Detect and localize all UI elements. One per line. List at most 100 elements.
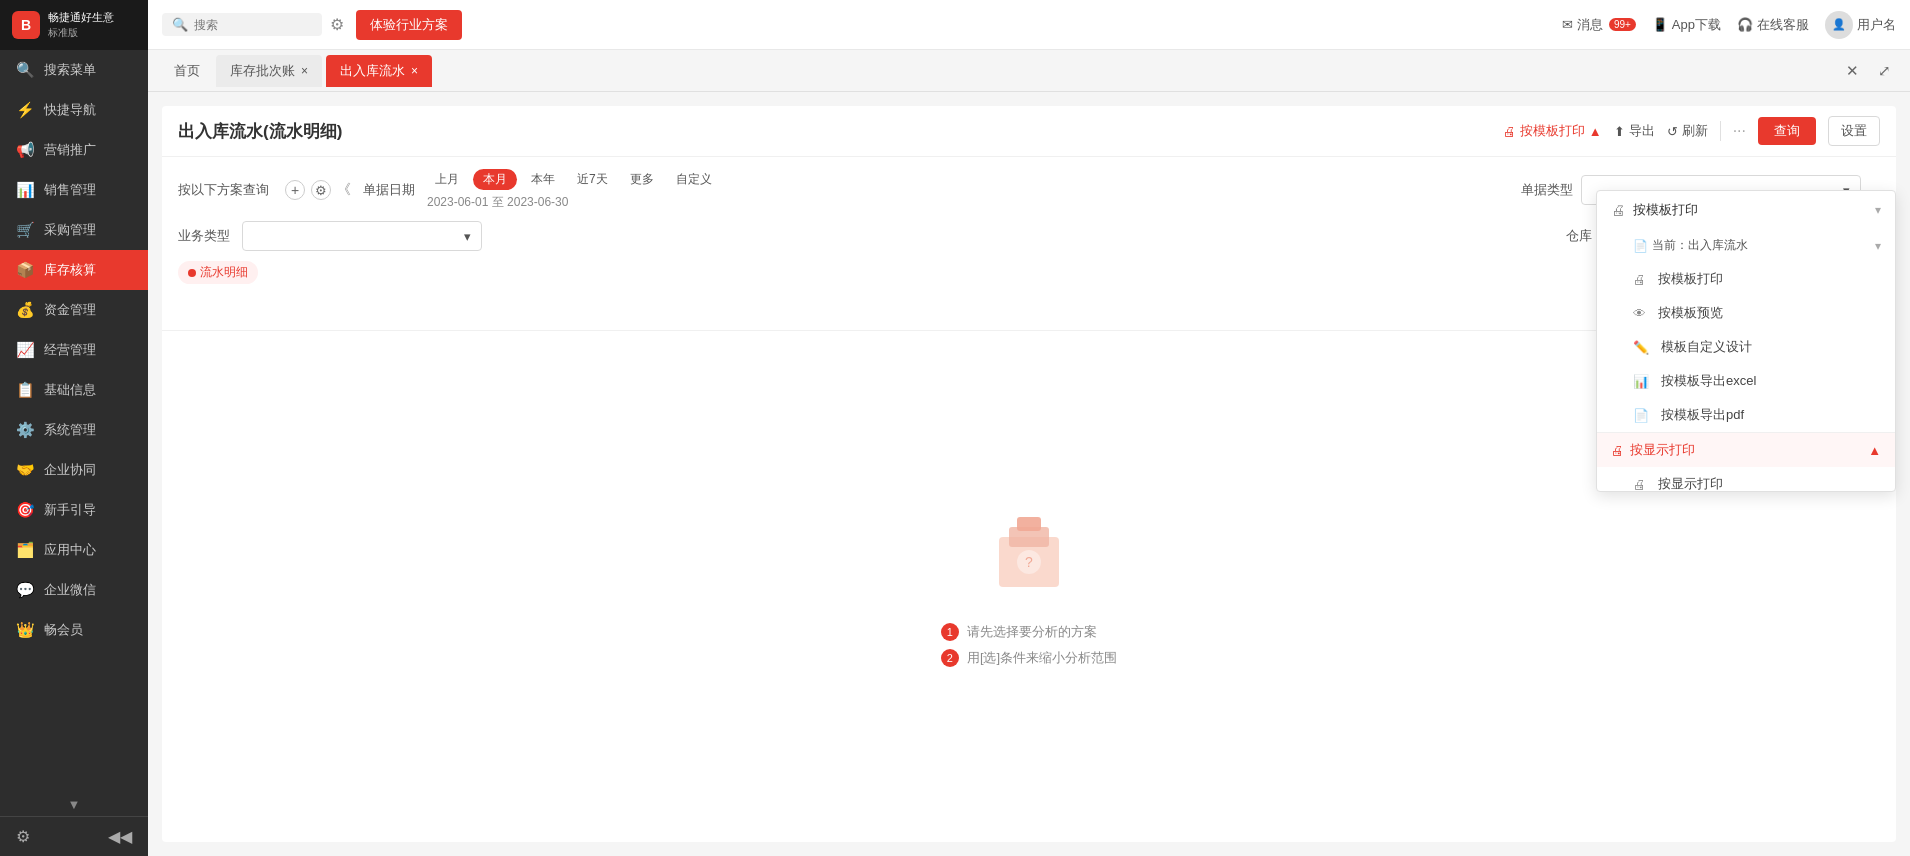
app-download-btn[interactable]: 📱 App下载 bbox=[1652, 16, 1721, 34]
member-icon: 👑 bbox=[16, 621, 34, 639]
sidebar-item-enterprise[interactable]: 🤝 企业协同 bbox=[0, 450, 148, 490]
online-service-btn[interactable]: 🎧 在线客服 bbox=[1737, 16, 1809, 34]
basic-icon: 📋 bbox=[16, 381, 34, 399]
date-custom-btn[interactable]: 自定义 bbox=[668, 169, 720, 190]
maximize-btn[interactable]: ⤢ bbox=[1872, 59, 1896, 83]
chevron-up-icon: ▲ bbox=[1868, 443, 1881, 458]
date-filter: 上月 本月 本年 近7天 更多 自定义 2023-06-01 至 2023-06… bbox=[427, 169, 720, 211]
tab-close-icon[interactable]: × bbox=[301, 64, 308, 78]
sidebar-item-finance[interactable]: 💰 资金管理 bbox=[0, 290, 148, 330]
empty-tips: 1 请先选择要分析的方案 2 用[选]条件来缩小分析范围 bbox=[941, 623, 1117, 667]
settings-button[interactable]: 设置 bbox=[1828, 116, 1880, 146]
print-icon: 🖨 bbox=[1633, 477, 1646, 492]
display-print-section-label: 按显示打印 bbox=[1630, 441, 1695, 459]
sidebar-item-quick-nav[interactable]: ⚡ 快捷导航 bbox=[0, 90, 148, 130]
template-preview-item[interactable]: 👁 按模板预览 bbox=[1597, 296, 1895, 330]
tab-label: 出入库流水 bbox=[340, 62, 405, 80]
design-icon: ✏️ bbox=[1633, 340, 1649, 355]
message-badge: 99+ bbox=[1609, 18, 1636, 31]
sidebar-item-purchase[interactable]: 🛒 采购管理 bbox=[0, 210, 148, 250]
print-btn[interactable]: 🖨 按模板打印 ▲ bbox=[1503, 122, 1602, 140]
dropdown-scrollable: 🖨 按模板打印 ▾ 📄 当前：出入库流水 ▾ 🖨 按模板打印 bbox=[1597, 191, 1895, 491]
query-button[interactable]: 查询 bbox=[1758, 117, 1816, 145]
quick-nav-icon: ⚡ bbox=[16, 101, 34, 119]
sidebar-item-marketing[interactable]: 📢 营销推广 bbox=[0, 130, 148, 170]
sidebar-item-search[interactable]: 🔍 搜索菜单 bbox=[0, 50, 148, 90]
tab-label: 库存批次账 bbox=[230, 62, 295, 80]
template-export-excel-label: 按模板导出excel bbox=[1661, 372, 1756, 390]
template-export-pdf-label: 按模板导出pdf bbox=[1661, 406, 1744, 424]
sidebar-item-basic[interactable]: 📋 基础信息 bbox=[0, 370, 148, 410]
filter-collapse-btn[interactable]: 《 bbox=[337, 181, 351, 199]
sidebar-scroll-down[interactable]: ▼ bbox=[0, 793, 148, 816]
display-print-header[interactable]: 🖨 按显示打印 ▲ bbox=[1597, 433, 1895, 467]
pdf-icon: 📄 bbox=[1633, 408, 1649, 423]
tab-inventory-batch[interactable]: 库存批次账 × bbox=[216, 55, 322, 87]
excel-icon: 📊 bbox=[1633, 374, 1649, 389]
sidebar-item-app-center[interactable]: 🗂️ 应用中心 bbox=[0, 530, 148, 570]
collapse-icon[interactable]: ◀◀ bbox=[108, 827, 132, 846]
filter-setting-btn[interactable]: ⚙ bbox=[311, 180, 331, 200]
message-btn[interactable]: ✉ 消息 99+ bbox=[1562, 16, 1636, 34]
template-export-pdf-item[interactable]: 📄 按模板导出pdf bbox=[1597, 398, 1895, 432]
sidebar-item-inventory[interactable]: 📦 库存核算 bbox=[0, 250, 148, 290]
sidebar-item-wechat[interactable]: 💬 企业微信 bbox=[0, 570, 148, 610]
app-download-label: App下载 bbox=[1672, 16, 1721, 34]
tab-in-out-flow[interactable]: 出入库流水 × bbox=[326, 55, 432, 87]
settings-icon[interactable]: ⚙ bbox=[16, 827, 30, 846]
warehouse-label: 仓库 bbox=[1566, 227, 1592, 245]
template-export-excel-item[interactable]: 📊 按模板导出excel bbox=[1597, 364, 1895, 398]
topbar-search-box[interactable]: 🔍 bbox=[162, 13, 322, 36]
date-this-month-btn[interactable]: 本月 bbox=[473, 169, 517, 190]
template-design-item[interactable]: ✏️ 模板自定义设计 bbox=[1597, 330, 1895, 364]
sidebar-bottom: ⚙ ◀◀ bbox=[0, 816, 148, 856]
system-icon: ⚙️ bbox=[16, 421, 34, 439]
document-icon: 📄 bbox=[1633, 239, 1648, 253]
refresh-btn[interactable]: ↺ 刷新 bbox=[1667, 122, 1708, 140]
marketing-icon: 📢 bbox=[16, 141, 34, 159]
template-print-header[interactable]: 🖨 按模板打印 ▾ bbox=[1597, 191, 1895, 229]
filter-add-btn[interactable]: + bbox=[285, 180, 305, 200]
search-icon: 🔍 bbox=[16, 61, 34, 79]
sidebar-item-label: 采购管理 bbox=[44, 221, 96, 239]
date-more-btn[interactable]: 更多 bbox=[622, 169, 662, 190]
sidebar-item-system[interactable]: ⚙️ 系统管理 bbox=[0, 410, 148, 450]
main-area: 🔍 ⚙ 体验行业方案 ✉ 消息 99+ 📱 App下载 🎧 在线客服 👤 用户名 bbox=[148, 0, 1910, 856]
template-print-item-label: 按模板打印 bbox=[1658, 270, 1723, 288]
sidebar-item-guide[interactable]: 🎯 新手引导 bbox=[0, 490, 148, 530]
sidebar-item-label: 销售管理 bbox=[44, 181, 96, 199]
template-print-item[interactable]: 🖨 按模板打印 bbox=[1597, 262, 1895, 296]
template-print-section: 🖨 按模板打印 ▾ 📄 当前：出入库流水 ▾ 🖨 按模板打印 bbox=[1597, 191, 1895, 433]
guide-icon: 🎯 bbox=[16, 501, 34, 519]
business-type-select[interactable]: ▾ bbox=[242, 221, 482, 251]
search-input[interactable] bbox=[194, 18, 314, 32]
wechat-icon: 💬 bbox=[16, 581, 34, 599]
business-type-label: 业务类型 bbox=[178, 227, 230, 245]
sidebar-item-member[interactable]: 👑 畅会员 bbox=[0, 610, 148, 650]
flow-dot bbox=[188, 269, 196, 277]
date-this-year-btn[interactable]: 本年 bbox=[523, 169, 563, 190]
industry-btn[interactable]: 体验行业方案 bbox=[356, 10, 462, 40]
sidebar-logo: B 畅捷通好生意 标准版 bbox=[0, 0, 148, 50]
sidebar-item-label: 库存核算 bbox=[44, 261, 96, 279]
search-icon: 🔍 bbox=[172, 17, 188, 32]
sidebar: B 畅捷通好生意 标准版 🔍 搜索菜单 ⚡ 快捷导航 📢 营销推广 📊 销售管理… bbox=[0, 0, 148, 856]
flow-tag[interactable]: 流水明细 bbox=[178, 261, 258, 284]
online-service-label: 在线客服 bbox=[1757, 16, 1809, 34]
print-label: 按模板打印 bbox=[1520, 122, 1585, 140]
date-range-display: 2023-06-01 至 2023-06-30 bbox=[427, 194, 720, 211]
tab-close-icon[interactable]: × bbox=[411, 64, 418, 78]
export-btn[interactable]: ⬆ 导出 bbox=[1614, 122, 1655, 140]
logo-icon: B bbox=[12, 11, 40, 39]
more-actions-icon[interactable]: ··· bbox=[1733, 122, 1746, 140]
tab-home[interactable]: 首页 bbox=[162, 56, 212, 86]
display-print-item[interactable]: 🖨 按显示打印 bbox=[1597, 467, 1895, 491]
sidebar-item-label: 畅会员 bbox=[44, 621, 83, 639]
user-profile-btn[interactable]: 👤 用户名 bbox=[1825, 11, 1896, 39]
settings-gear-icon[interactable]: ⚙ bbox=[330, 15, 344, 34]
sidebar-item-business[interactable]: 📈 经营管理 bbox=[0, 330, 148, 370]
close-tab-btn[interactable]: ✕ bbox=[1840, 59, 1864, 83]
sidebar-item-sales[interactable]: 📊 销售管理 bbox=[0, 170, 148, 210]
date-last-7-days-btn[interactable]: 近7天 bbox=[569, 169, 616, 190]
date-last-month-btn[interactable]: 上月 bbox=[427, 169, 467, 190]
